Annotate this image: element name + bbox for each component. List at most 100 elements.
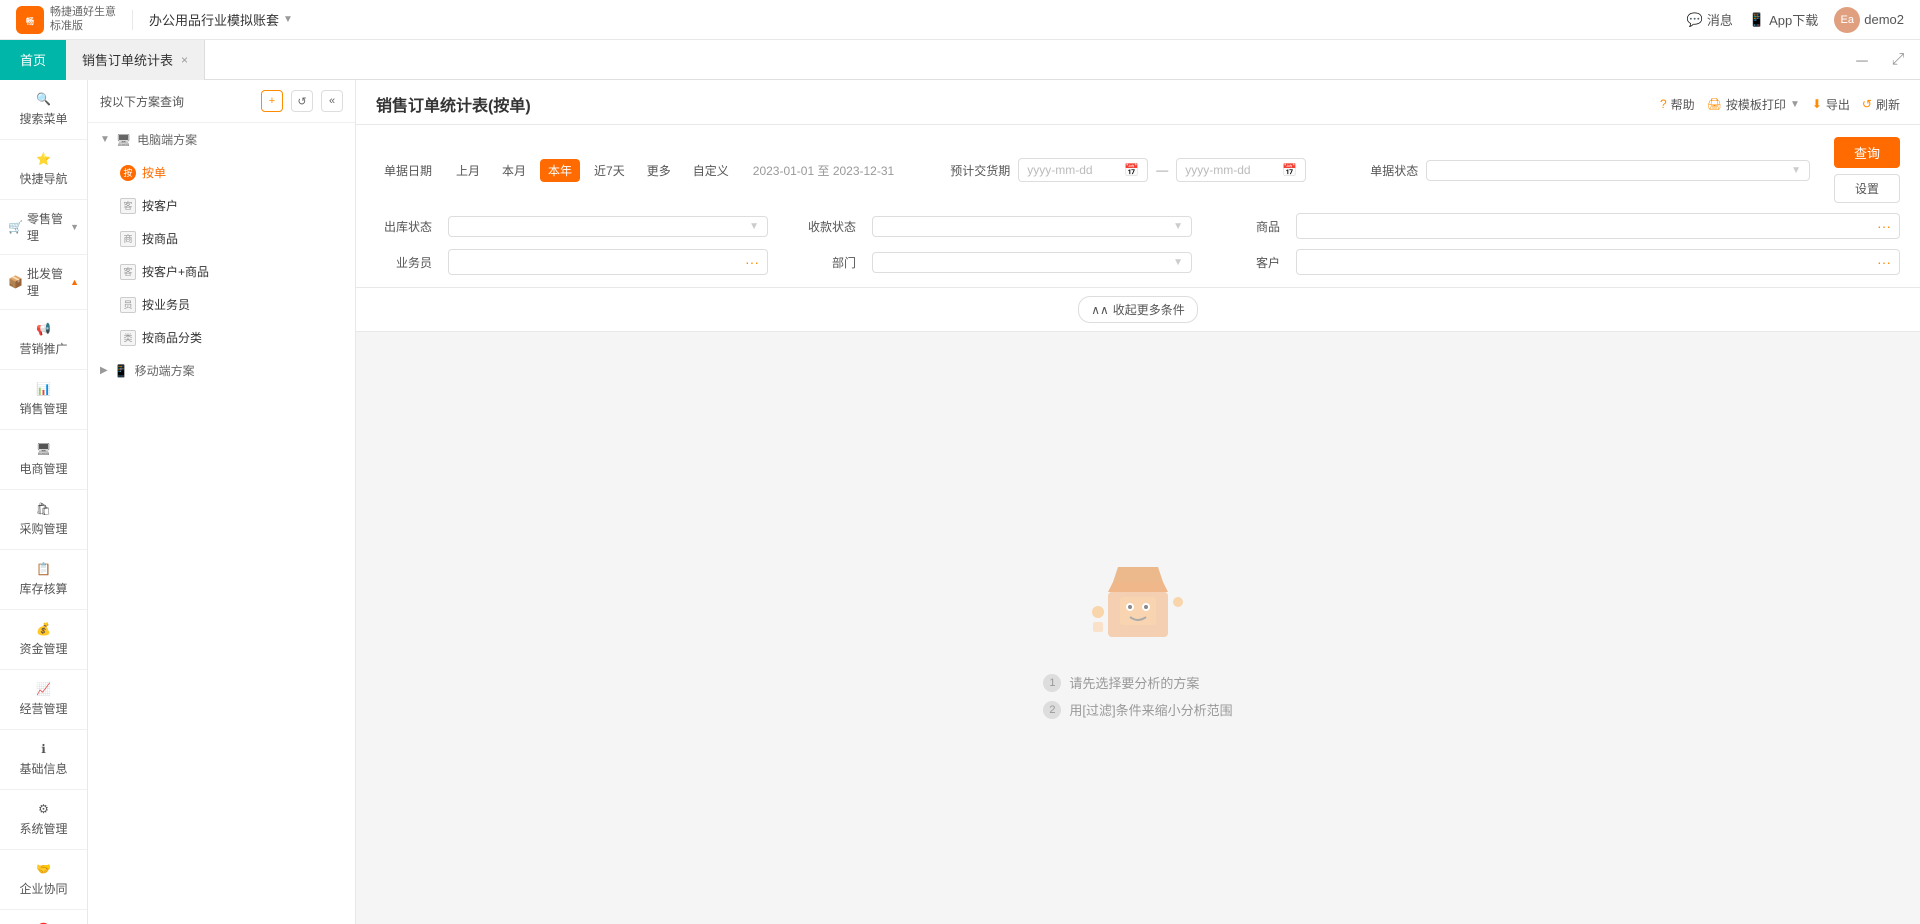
delivery-select[interactable]: ▼: [448, 216, 768, 237]
dash: —: [1156, 163, 1168, 177]
sidebar-item-retail[interactable]: 🛒 零售管理 ▼: [0, 200, 87, 255]
pc-section-icon: 🖥: [116, 133, 131, 147]
date-placeholder-2: yyyy-mm-dd: [1185, 163, 1278, 177]
delivery-chevron-icon: ▼: [749, 221, 759, 232]
settings-button[interactable]: 设置: [1834, 174, 1900, 203]
date-btn-custom[interactable]: 自定义: [685, 159, 737, 182]
app-download-button[interactable]: 📱 App下载: [1749, 10, 1818, 29]
payment-select[interactable]: ▼: [872, 216, 1192, 237]
tree-section-mobile[interactable]: ▶ 📱 移动端方案: [88, 354, 355, 387]
tab-label: 销售订单统计表: [82, 50, 173, 69]
filter-row-2: 出库状态 ▼ 收款状态 ▼ 商品 ···: [376, 213, 1900, 239]
sidebar-item-sales[interactable]: 📊 销售管理: [0, 370, 87, 430]
goods-input[interactable]: ···: [1296, 213, 1900, 239]
filter-actions: 查询 设置: [1834, 137, 1900, 203]
empty-illustration: [1078, 537, 1198, 657]
app-selector[interactable]: 办公用品行业模拟账套 ▼: [149, 10, 293, 29]
tree-item-by-customer[interactable]: 客 按客户: [104, 189, 355, 222]
left-panel: 按以下方案查询 + ↺ « ▼ 🖥 电脑端方案 按 按单 客: [88, 80, 356, 924]
date-quick-select: 上月 本月 本年 近7天 更多 自定义: [448, 159, 737, 182]
tree-item-by-order[interactable]: 按 按单: [104, 156, 355, 189]
sidebar-item-guide[interactable]: 🎯 新手引导: [0, 910, 87, 924]
tab-home[interactable]: 首页: [0, 40, 66, 80]
page-title: 销售订单统计表(按单): [376, 92, 531, 116]
salesman-label: 业务员: [376, 254, 432, 271]
top-bar-left: 畅 畅捷通好生意 标准版 办公用品行业模拟账套 ▼: [16, 6, 293, 34]
tab-bar-actions: － ⤢: [1848, 46, 1920, 74]
payment-chevron-icon: ▼: [1173, 221, 1183, 232]
expected-date-to[interactable]: yyyy-mm-dd 📅: [1176, 158, 1306, 182]
collapse-button[interactable]: ∧∧ 收起更多条件: [1078, 296, 1198, 323]
tree-item-by-goods[interactable]: 商 按商品: [104, 222, 355, 255]
wholesale-icon: 📦: [8, 275, 23, 289]
collapse-panel-button[interactable]: «: [321, 90, 343, 112]
download-icon: 📱: [1749, 12, 1765, 28]
add-scheme-button[interactable]: +: [261, 90, 283, 112]
refresh-button[interactable]: ↺ 刷新: [1862, 96, 1900, 113]
by-cust-goods-icon: 客: [120, 264, 136, 280]
sidebar-item-quick-nav[interactable]: ⭐ 快捷导航: [0, 140, 87, 200]
date-btn-more[interactable]: 更多: [639, 159, 679, 182]
pc-section-label: 电脑端方案: [137, 131, 197, 148]
date-btn-this-month[interactable]: 本月: [494, 159, 534, 182]
sidebar-item-ecommerce[interactable]: 🖥 电商管理: [0, 430, 87, 490]
logo-text: 畅捷通好生意 标准版: [50, 6, 116, 32]
date-btn-this-year[interactable]: 本年: [540, 159, 580, 182]
date-label: 单据日期: [376, 162, 432, 179]
status-select[interactable]: ▼: [1426, 160, 1810, 181]
filter-area: 单据日期 上月 本月 本年 近7天 更多 自定义 2023-01-01 至 20…: [356, 125, 1920, 288]
expected-date-from[interactable]: yyyy-mm-dd 📅: [1018, 158, 1148, 182]
close-icon[interactable]: ×: [181, 53, 188, 67]
sidebar-item-marketing[interactable]: 📢 营销推广: [0, 310, 87, 370]
user-menu[interactable]: Ea demo2: [1834, 7, 1904, 33]
page-actions: ? 帮助 🖨 按模板打印 ▼ ⬇ 导出 ↺ 刷新: [1660, 96, 1900, 113]
tree-section-pc[interactable]: ▼ 🖥 电脑端方案: [88, 123, 355, 156]
customer-input[interactable]: ···: [1296, 249, 1900, 275]
minimize-button[interactable]: －: [1848, 46, 1876, 74]
sidebar-item-inventory[interactable]: 📋 库存核算: [0, 550, 87, 610]
sidebar-item-enterprise[interactable]: 🤝 企业协同: [0, 850, 87, 910]
tree-item-by-category[interactable]: 类 按商品分类: [104, 321, 355, 354]
date-range-display: 2023-01-01 至 2023-12-31: [753, 162, 894, 179]
date-btn-7days[interactable]: 近7天: [586, 159, 633, 182]
sidebar-item-basic[interactable]: ℹ 基础信息: [0, 730, 87, 790]
tab-statistics[interactable]: 销售订单统计表 ×: [66, 40, 205, 80]
filter-row-3: 业务员 ··· 部门 ▼ 客户 ···: [376, 249, 1900, 275]
dept-select[interactable]: ▼: [872, 252, 1192, 273]
sidebar-item-management[interactable]: 📈 经营管理: [0, 670, 87, 730]
sidebar-item-search[interactable]: 🔍 搜索菜单: [0, 80, 87, 140]
tree-children-pc: 按 按单 客 按客户 商 按商品 客 按客户+商品 员 按业务员: [88, 156, 355, 354]
by-category-icon: 类: [120, 330, 136, 346]
left-panel-header: 按以下方案查询 + ↺ «: [88, 80, 355, 123]
right-panel: 销售订单统计表(按单) ? 帮助 🖨 按模板打印 ▼ ⬇ 导出: [356, 80, 1920, 924]
tree-item-by-customer-goods[interactable]: 客 按客户+商品: [104, 255, 355, 288]
svg-text:畅: 畅: [26, 16, 34, 26]
triangle-down-icon: ▼: [100, 134, 110, 145]
management-icon: 📈: [36, 682, 51, 696]
star-icon: ⭐: [36, 152, 51, 166]
sidebar-item-wholesale[interactable]: 📦 批发管理 ▲: [0, 255, 87, 310]
search-button[interactable]: 查询: [1834, 137, 1900, 168]
print-chevron-icon: ▼: [1790, 99, 1800, 110]
step-1-num: 1: [1043, 674, 1061, 692]
export-button[interactable]: ⬇ 导出: [1812, 96, 1850, 113]
maximize-button[interactable]: ⤢: [1884, 46, 1912, 74]
status-chevron-icon: ▼: [1791, 165, 1801, 176]
payment-label: 收款状态: [800, 218, 856, 235]
help-button[interactable]: ? 帮助: [1660, 96, 1695, 113]
date-btn-last-month[interactable]: 上月: [448, 159, 488, 182]
by-goods-icon: 商: [120, 231, 136, 247]
message-button[interactable]: 💬 消息: [1687, 10, 1733, 29]
by-order-icon: 按: [120, 165, 136, 181]
sidebar-item-finance[interactable]: 💰 资金管理: [0, 610, 87, 670]
by-customer-icon: 客: [120, 198, 136, 214]
print-button[interactable]: 🖨 按模板打印 ▼: [1707, 96, 1800, 113]
tree-item-by-salesman[interactable]: 员 按业务员: [104, 288, 355, 321]
date-placeholder-1: yyyy-mm-dd: [1027, 163, 1120, 177]
sidebar-item-system[interactable]: ⚙ 系统管理: [0, 790, 87, 850]
collapse-icon: ∧∧: [1091, 303, 1109, 317]
salesman-input[interactable]: ···: [448, 249, 768, 275]
refresh-scheme-button[interactable]: ↺: [291, 90, 313, 112]
sidebar-item-purchase[interactable]: 🛍 采购管理: [0, 490, 87, 550]
delivery-label: 出库状态: [376, 218, 432, 235]
